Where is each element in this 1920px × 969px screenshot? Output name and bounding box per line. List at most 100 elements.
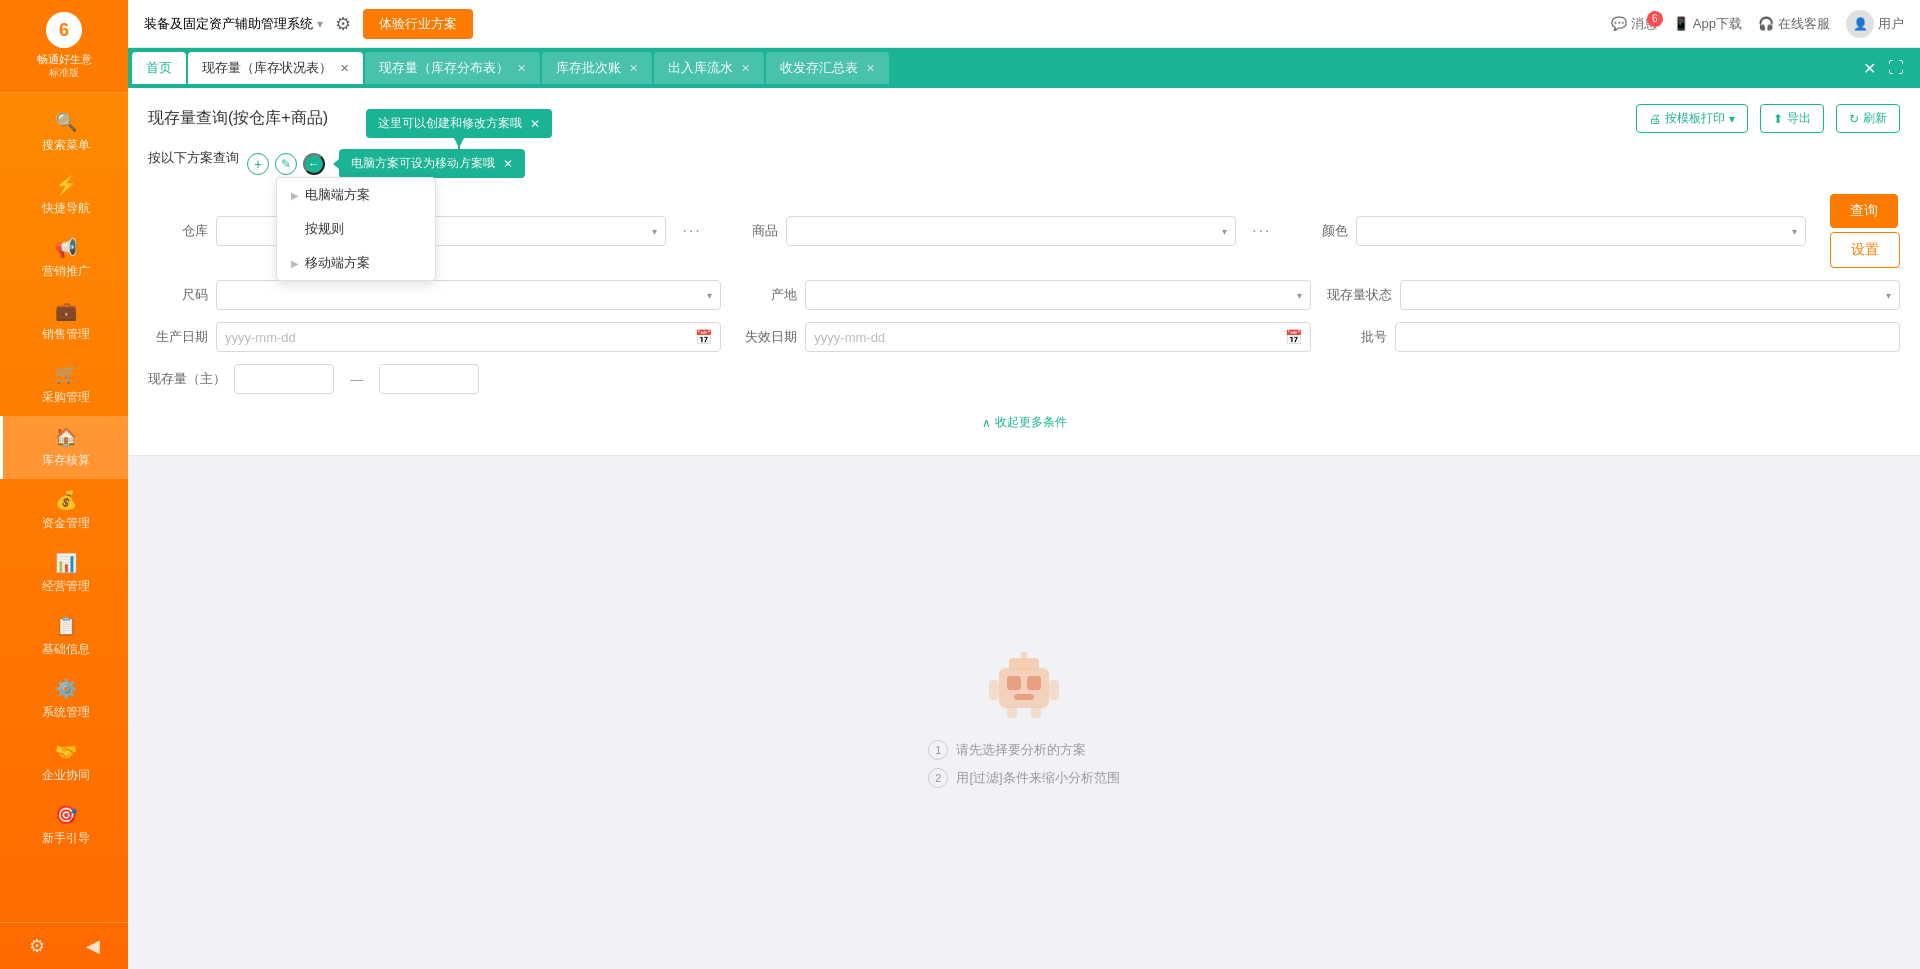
svg-rect-2	[1027, 676, 1041, 690]
tabbar-controls: ✕ ⛶	[1859, 55, 1916, 82]
inv-status-select[interactable]: ▾	[1400, 280, 1900, 310]
exp-date-cal-icon[interactable]: 📅	[1285, 329, 1302, 345]
sidebar-item-purchase[interactable]: 🛒 采购管理	[0, 353, 128, 416]
tab-inventory-dist[interactable]: 现存量（库存分布表） ✕	[365, 52, 540, 84]
btn-template-print-label: 按模板打印	[1665, 110, 1725, 127]
print-icon: 🖨	[1649, 112, 1661, 126]
field-batch: 批号	[1327, 322, 1900, 352]
empty-state: 1 请先选择要分析的方案 2 用[过滤]条件来缩小分析范围	[128, 456, 1920, 969]
message-btn[interactable]: 💬 消息 6	[1611, 15, 1657, 33]
online-support-btn[interactable]: 🎧 在线客服	[1758, 15, 1830, 33]
sidebar-item-sales[interactable]: 💼 销售管理	[0, 290, 128, 353]
logo-text: 畅通好生意	[37, 52, 92, 66]
scheme-item-mobile-label: 移动端方案	[305, 254, 370, 272]
sidebar-item-finance[interactable]: 💰 资金管理	[0, 479, 128, 542]
filter-edit-btn[interactable]: ✎	[275, 153, 297, 175]
inv-amount-to[interactable]	[379, 364, 479, 394]
origin-select[interactable]: ▾	[805, 280, 1310, 310]
size-arrow-icon: ▾	[707, 290, 712, 301]
svg-rect-1	[1007, 676, 1021, 690]
field-prod-date: 生产日期 yyyy-mm-dd 📅	[148, 322, 721, 352]
scheme-item-rule[interactable]: 按规则	[277, 212, 435, 246]
size-select[interactable]: ▾	[216, 280, 721, 310]
collapse-bar[interactable]: ∧ 收起更多条件	[148, 406, 1900, 439]
sidebar-item-inventory-label: 库存核算	[42, 452, 90, 469]
color-select[interactable]: ▾	[1356, 216, 1806, 246]
sidebar-item-operations-label: 经营管理	[42, 578, 90, 595]
chevron-down-icon: ▾	[317, 17, 323, 31]
sidebar-item-operations[interactable]: 📊 经营管理	[0, 542, 128, 605]
sidebar-item-marketing[interactable]: 📢 营销推广	[0, 227, 128, 290]
sidebar-item-finance-label: 资金管理	[42, 515, 90, 532]
sidebar-nav: 🔍 搜索菜单 ⚡ 快捷导航 📢 营销推广 💼 销售管理 🛒 采购管理 🏠 库存核…	[0, 93, 128, 922]
filter-back-btn[interactable]: ←	[303, 153, 325, 175]
sidebar-item-search[interactable]: 🔍 搜索菜单	[0, 101, 128, 164]
origin-arrow-icon: ▾	[1297, 290, 1302, 301]
sidebar-item-guide-label: 新手引导	[42, 830, 90, 847]
btn-query[interactable]: 查询	[1830, 194, 1898, 228]
sidebar-item-basic[interactable]: 📋 基础信息	[0, 605, 128, 668]
inv-status-arrow-icon: ▾	[1886, 290, 1891, 301]
edit-tooltip-close[interactable]: ✕	[530, 117, 540, 131]
sidebar-item-search-label: 搜索菜单	[42, 137, 90, 154]
filter-label: 按以下方案查询	[148, 149, 239, 167]
sidebar-item-enterprise[interactable]: 🤝 企业协同	[0, 731, 128, 794]
exp-date-input[interactable]: yyyy-mm-dd 📅	[805, 322, 1310, 352]
btn-set[interactable]: 设置	[1830, 232, 1900, 268]
tab-recv-summary[interactable]: 收发存汇总表 ✕	[766, 52, 889, 84]
batch-input[interactable]	[1395, 322, 1900, 352]
sidebar-collapse-btn[interactable]: ◀	[86, 935, 100, 957]
exp-date-placeholder: yyyy-mm-dd	[814, 330, 885, 345]
scheme-item-desktop-label: 电脑端方案	[305, 186, 370, 204]
scheme-item-desktop[interactable]: ▶ 电脑端方案	[277, 178, 435, 212]
goods-select[interactable]: ▾	[786, 216, 1236, 246]
tab-close-all-btn[interactable]: ✕	[1859, 55, 1880, 82]
goods-more-btn[interactable]: ···	[1252, 222, 1271, 240]
topbar-settings-icon[interactable]: ⚙	[335, 13, 351, 35]
btn-export[interactable]: ⬆ 导出	[1760, 104, 1824, 133]
tab-batch-account[interactable]: 库存批次账 ✕	[542, 52, 652, 84]
field-inv-status: 现存量状态 ▾	[1327, 280, 1900, 310]
chevron-print-icon: ▾	[1729, 112, 1735, 126]
tab-home-label: 首页	[146, 59, 172, 77]
tab-inventory-status-close[interactable]: ✕	[340, 62, 349, 75]
tab-inout-flow-close[interactable]: ✕	[741, 62, 750, 75]
sidebar-item-system[interactable]: ⚙️ 系统管理	[0, 668, 128, 731]
tab-home[interactable]: 首页	[132, 52, 186, 84]
prod-date-cal-icon[interactable]: 📅	[695, 329, 712, 345]
svg-rect-0	[999, 668, 1049, 708]
sidebar-item-inventory[interactable]: 🏠 库存核算	[0, 416, 128, 479]
solution-button[interactable]: 体验行业方案	[363, 9, 473, 39]
scheme-item-mobile[interactable]: ▶ 移动端方案	[277, 246, 435, 280]
system-name-dropdown[interactable]: 装备及固定资产辅助管理系统 ▾	[144, 15, 323, 33]
svg-rect-6	[989, 680, 999, 700]
app-download-label: App下载	[1693, 15, 1742, 33]
tab-inventory-dist-close[interactable]: ✕	[517, 62, 526, 75]
topbar: 装备及固定资产辅助管理系统 ▾ ⚙ 体验行业方案 💬 消息 6 📱 App下载 …	[128, 0, 1920, 48]
tab-fullscreen-btn[interactable]: ⛶	[1884, 55, 1908, 81]
chevron-right-icon2: ▶	[291, 258, 299, 269]
tab-batch-account-close[interactable]: ✕	[629, 62, 638, 75]
prod-date-input[interactable]: yyyy-mm-dd 📅	[216, 322, 721, 352]
app-download-btn[interactable]: 📱 App下载	[1673, 15, 1742, 33]
user-btn[interactable]: 👤 用户	[1846, 10, 1904, 38]
warehouse-arrow-icon: ▾	[652, 226, 657, 237]
batch-label: 批号	[1327, 328, 1387, 346]
tab-inventory-status[interactable]: 现存量（库存状况表） ✕	[188, 52, 363, 84]
sidebar-item-guide[interactable]: 🎯 新手引导	[0, 794, 128, 857]
collapse-chevron-icon: ∧	[982, 416, 991, 430]
sidebar-item-quicknav[interactable]: ⚡ 快捷导航	[0, 164, 128, 227]
tab-inout-flow[interactable]: 出入库流水 ✕	[654, 52, 764, 84]
sidebar-settings-btn[interactable]: ⚙	[29, 935, 45, 957]
tab-recv-summary-close[interactable]: ✕	[866, 62, 875, 75]
inv-amount-from[interactable]	[234, 364, 334, 394]
topbar-left: 装备及固定资产辅助管理系统 ▾ ⚙ 体验行业方案	[144, 9, 473, 39]
btn-template-print[interactable]: 🖨 按模板打印 ▾	[1636, 104, 1748, 133]
search-icon: 🔍	[55, 111, 77, 133]
filter-add-btn[interactable]: +	[247, 153, 269, 175]
edit-tooltip-container: 这里可以创建和修改方案哦 ✕	[366, 109, 552, 162]
warehouse-more-btn[interactable]: ···	[682, 222, 701, 240]
btn-refresh[interactable]: ↻ 刷新	[1836, 104, 1900, 133]
field-inv-amount: 现存量（主） —	[148, 364, 508, 394]
purchase-icon: 🛒	[55, 363, 77, 385]
